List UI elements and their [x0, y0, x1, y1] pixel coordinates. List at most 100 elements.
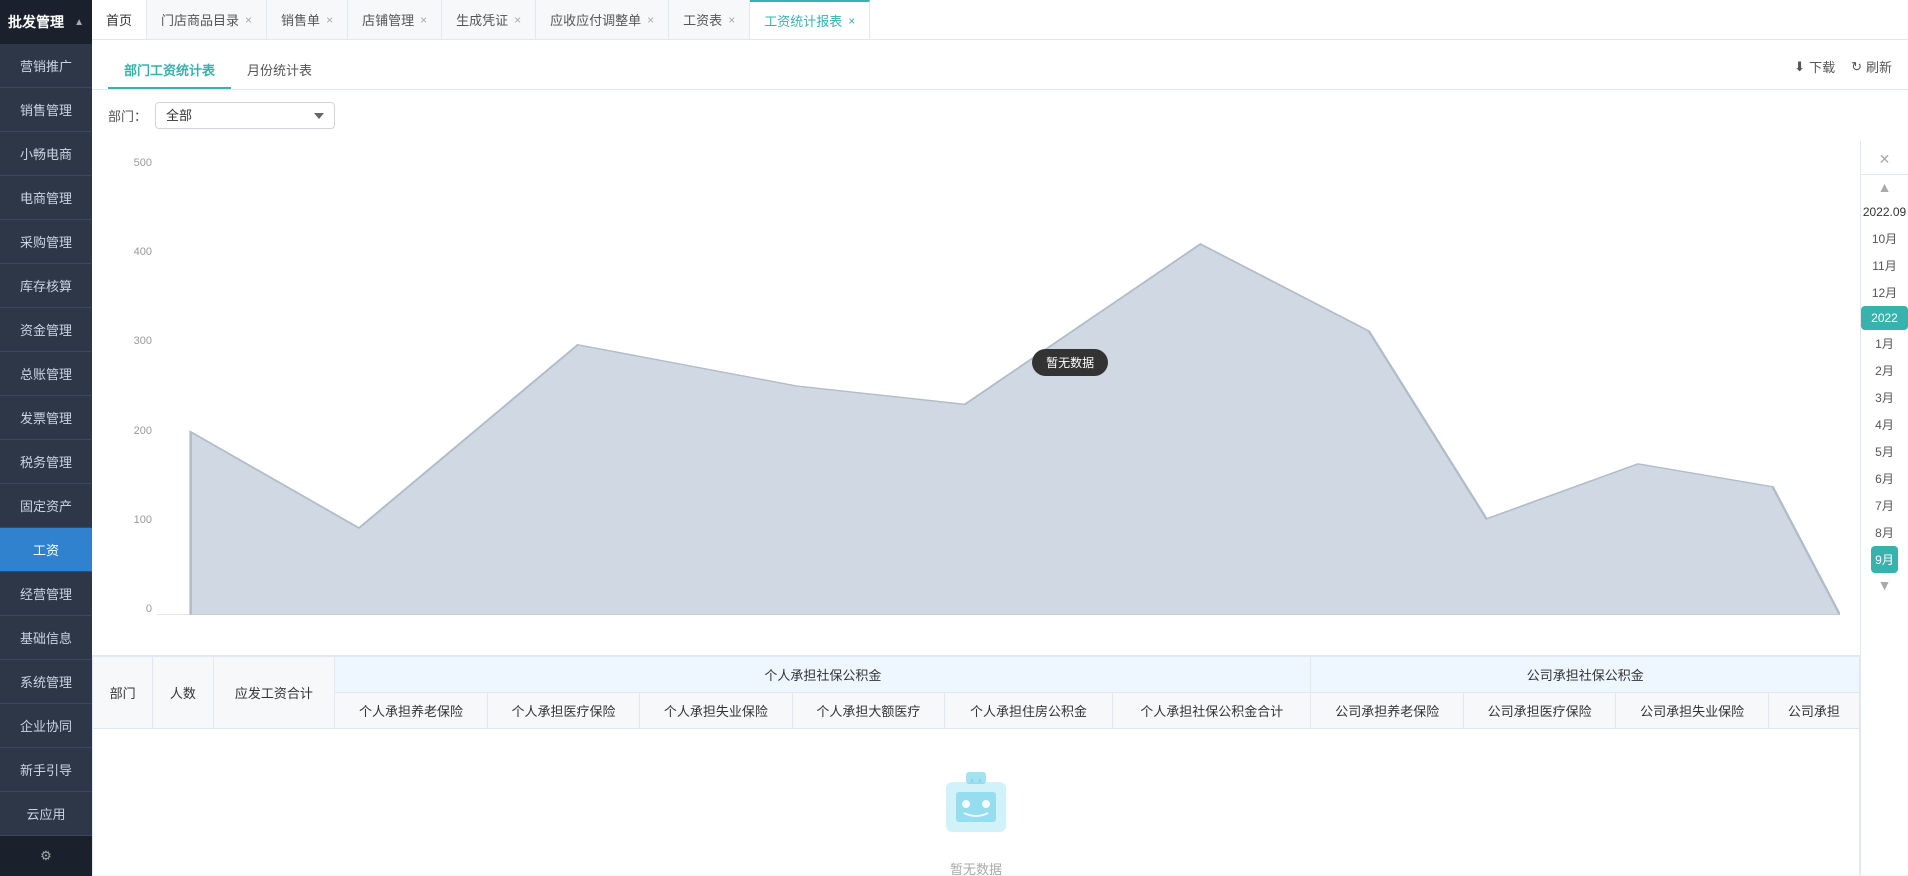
y-label-300: 300 — [112, 335, 152, 347]
download-button[interactable]: ⬇ 下载 — [1794, 57, 1835, 76]
tab-close-icon[interactable]: × — [647, 13, 654, 27]
sub-tab-left: 部门工资统计表月份统计表 — [108, 52, 328, 89]
tab-close-icon[interactable]: × — [848, 14, 855, 28]
refresh-button[interactable]: ↻ 刷新 — [1851, 57, 1892, 76]
download-label: 下载 — [1809, 57, 1835, 76]
tab-close-icon[interactable]: × — [728, 13, 735, 27]
sidebar-item-电商管理[interactable]: 电商管理 — [0, 176, 92, 220]
nav-down-arrow[interactable]: ▼ — [1874, 573, 1896, 597]
right-panel: ✕ ▲ 2022.09 10月11月12月 2022 1月2月3月4月5月6月7… — [1860, 141, 1908, 875]
sidebar-item-采购管理[interactable]: 采购管理 — [0, 220, 92, 264]
month-item-11月[interactable]: 11月 — [1868, 252, 1901, 279]
tab-销售单[interactable]: 销售单× — [267, 0, 348, 40]
sidebar-item-工资[interactable]: 工资 — [0, 528, 92, 572]
col-个人承担住房公积金: 个人承担住房公积金 — [945, 693, 1113, 729]
sidebar-item-发票管理[interactable]: 发票管理 — [0, 396, 92, 440]
col-个人承担养老保险: 个人承担养老保险 — [335, 693, 487, 729]
y-label-0: 0 — [112, 603, 152, 615]
tab-close-icon[interactable]: × — [326, 13, 333, 27]
month-item-8月[interactable]: 8月 — [1871, 519, 1898, 546]
col-people: 人数 — [153, 657, 213, 729]
tab-应收应付调整单[interactable]: 应收应付调整单× — [536, 0, 669, 40]
tab-bar: 首页门店商品目录×销售单×店铺管理×生成凭证×应收应付调整单×工资表×工资统计报… — [92, 0, 1908, 40]
month-item-10月[interactable]: 10月 — [1868, 225, 1901, 252]
month-item-6月[interactable]: 6月 — [1871, 465, 1898, 492]
col-个人承担社保公积金合计: 个人承担社保公积金合计 — [1112, 693, 1311, 729]
sidebar-toggle-icon: ▲ — [74, 17, 84, 28]
month-item-2月[interactable]: 2月 — [1871, 357, 1898, 384]
col-group-company: 公司承担社保公积金 — [1311, 657, 1860, 693]
nav-up-arrow[interactable]: ▲ — [1874, 175, 1896, 199]
col-salary: 应发工资合计 — [213, 657, 335, 729]
sub-tab-部门工资统计表[interactable]: 部门工资统计表 — [108, 52, 231, 89]
col-公司承担养老保险: 公司承担养老保险 — [1311, 693, 1463, 729]
sub-tab-right: ⬇ 下载 ↻ 刷新 — [1794, 57, 1892, 84]
sidebar-item-固定资产[interactable]: 固定资产 — [0, 484, 92, 528]
tab-店铺管理[interactable]: 店铺管理× — [348, 0, 442, 40]
sidebar-item-营销推广[interactable]: 营销推广 — [0, 44, 92, 88]
main-area: 首页门店商品目录×销售单×店铺管理×生成凭证×应收应付调整单×工资表×工资统计报… — [92, 0, 1908, 875]
sidebar-item-系统管理[interactable]: 系统管理 — [0, 660, 92, 704]
month-item-1月[interactable]: 1月 — [1871, 330, 1898, 357]
empty-cell: 暂无数据 — [93, 729, 1860, 876]
col-个人承担医疗保险: 个人承担医疗保险 — [487, 693, 639, 729]
tab-close-icon[interactable]: × — [514, 13, 521, 27]
col-公司承担: 公司承担 — [1768, 693, 1859, 729]
year-2022-label: 2022.09 — [1860, 199, 1908, 225]
sidebar-item-资金管理[interactable]: 资金管理 — [0, 308, 92, 352]
sidebar-settings-button[interactable]: ⚙ — [0, 836, 92, 876]
tab-门店商品目录[interactable]: 门店商品目录× — [147, 0, 267, 40]
y-label-100: 100 — [112, 514, 152, 526]
months-2022: 10月11月12月 — [1868, 225, 1901, 306]
chart-area: 500 400 300 200 100 0 暂无数据 — [92, 141, 1860, 655]
sidebar-item-新手引导[interactable]: 新手引导 — [0, 748, 92, 792]
y-label-400: 400 — [112, 246, 152, 258]
month-item-9月[interactable]: 9月 — [1871, 546, 1898, 573]
tab-生成凭证[interactable]: 生成凭证× — [442, 0, 536, 40]
tab-工资表[interactable]: 工资表× — [669, 0, 750, 40]
sidebar-item-库存核算[interactable]: 库存核算 — [0, 264, 92, 308]
sidebar-item-云应用[interactable]: 云应用 — [0, 792, 92, 836]
chart-y-labels: 500 400 300 200 100 0 — [112, 157, 152, 615]
table-wrapper[interactable]: 部门 人数 应发工资合计 个人承担社保公积金 公司承担社保公积金 个人承担养老保… — [92, 656, 1860, 875]
month-item-4月[interactable]: 4月 — [1871, 411, 1898, 438]
sidebar: 批发管理 ▲ 营销推广销售管理小畅电商电商管理采购管理库存核算资金管理总账管理发… — [0, 0, 92, 875]
tab-首页[interactable]: 首页 — [92, 0, 147, 40]
chart-svg: 暂无数据 — [157, 157, 1840, 615]
year-2023-item[interactable]: 2022 — [1861, 306, 1908, 330]
sidebar-item-总账管理[interactable]: 总账管理 — [0, 352, 92, 396]
month-item-7月[interactable]: 7月 — [1871, 492, 1898, 519]
sidebar-item-经营管理[interactable]: 经营管理 — [0, 572, 92, 616]
col-个人承担失业保险: 个人承担失业保险 — [640, 693, 792, 729]
y-label-200: 200 — [112, 425, 152, 437]
month-item-3月[interactable]: 3月 — [1871, 384, 1898, 411]
sidebar-header[interactable]: 批发管理 ▲ — [0, 0, 92, 44]
sidebar-item-税务管理[interactable]: 税务管理 — [0, 440, 92, 484]
sidebar-item-小畅电商[interactable]: 小畅电商 — [0, 132, 92, 176]
empty-text: 暂无数据 — [950, 859, 1002, 875]
dept-select[interactable]: 全部销售部采购部财务部行政部 — [155, 102, 335, 129]
sidebar-item-企业协同[interactable]: 企业协同 — [0, 704, 92, 748]
sidebar-item-基础信息[interactable]: 基础信息 — [0, 616, 92, 660]
gear-icon: ⚙ — [40, 848, 52, 863]
tab-close-icon[interactable]: × — [420, 13, 427, 27]
right-panel-close[interactable]: ✕ — [1861, 145, 1908, 175]
col-group-personal: 个人承担社保公积金 — [335, 657, 1311, 693]
tab-close-icon[interactable]: × — [245, 13, 252, 27]
sub-tab-月份统计表[interactable]: 月份统计表 — [231, 52, 328, 89]
sub-tab-bar: 部门工资统计表月份统计表 ⬇ 下载 ↻ 刷新 — [92, 40, 1908, 90]
refresh-icon: ↻ — [1851, 59, 1862, 75]
table-section: 部门 人数 应发工资合计 个人承担社保公积金 公司承担社保公积金 个人承担养老保… — [92, 655, 1860, 875]
month-item-5月[interactable]: 5月 — [1871, 438, 1898, 465]
col-dept: 部门 — [93, 657, 153, 729]
tab-工资统计报表[interactable]: 工资统计报表× — [750, 0, 870, 40]
y-label-500: 500 — [112, 157, 152, 169]
page-content: 部门工资统计表月份统计表 ⬇ 下载 ↻ 刷新 部门： 全部销售部采购部财务部行政… — [92, 40, 1908, 875]
month-item-12月[interactable]: 12月 — [1868, 279, 1901, 306]
sidebar-item-销售管理[interactable]: 销售管理 — [0, 88, 92, 132]
col-公司承担失业保险: 公司承担失业保险 — [1616, 693, 1768, 729]
col-个人承担大额医疗: 个人承担大额医疗 — [792, 693, 944, 729]
data-table: 部门 人数 应发工资合计 个人承担社保公积金 公司承担社保公积金 个人承担养老保… — [92, 656, 1860, 875]
sidebar-title: 批发管理 — [8, 12, 64, 32]
dept-label: 部门： — [108, 106, 147, 125]
